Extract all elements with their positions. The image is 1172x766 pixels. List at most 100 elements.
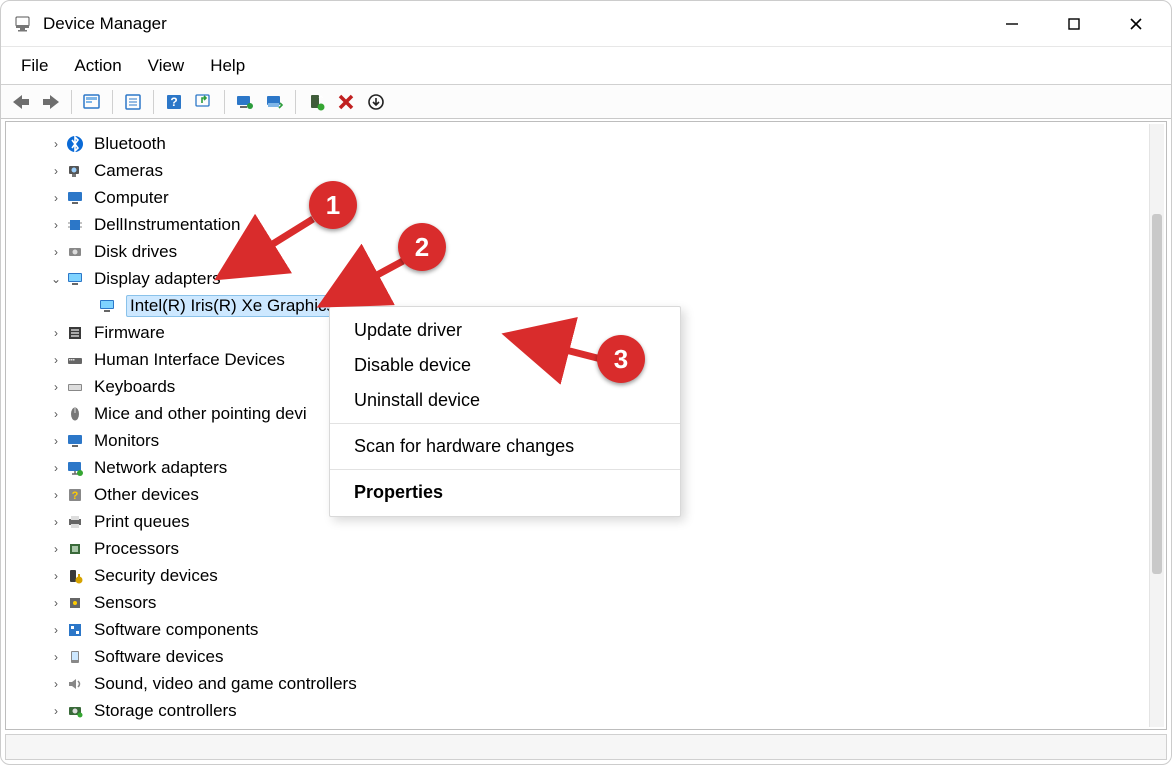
tree-item[interactable]: › Processors [8,535,1148,562]
tree-item-label: Software components [94,620,258,640]
sensor-icon [64,592,86,614]
cpu-icon [64,538,86,560]
chevron-right-icon[interactable]: › [50,677,62,691]
chevron-right-icon[interactable]: › [50,380,62,394]
tree-item[interactable]: › Security devices [8,562,1148,589]
bluetooth-icon [64,133,86,155]
context-menu-item[interactable]: Scan for hardware changes [330,429,680,464]
chevron-right-icon[interactable]: › [50,137,62,151]
enable-device-button[interactable] [302,88,330,116]
context-menu-item[interactable]: Properties [330,475,680,510]
help-button[interactable]: ? [160,88,188,116]
context-menu-item[interactable]: Uninstall device [330,383,680,418]
vertical-scrollbar[interactable] [1149,124,1164,727]
chevron-right-icon[interactable]: › [50,650,62,664]
chevron-right-icon[interactable]: › [50,191,62,205]
camera-icon [64,160,86,182]
tree-item[interactable]: ›Sensors [8,589,1148,616]
tree-item[interactable]: › Software devices [8,643,1148,670]
menu-action[interactable]: Action [64,52,131,80]
tree-item-label: Computer [94,188,169,208]
tree-item-label: Disk drives [94,242,177,262]
chevron-right-icon[interactable]: › [50,434,62,448]
hid-icon [64,349,86,371]
title-bar: Device Manager [1,1,1171,47]
context-menu-separator [330,469,680,470]
minimize-button[interactable] [981,1,1043,47]
context-menu: Update driverDisable deviceUninstall dev… [329,306,681,517]
tree-item-label: Firmware [94,323,165,343]
tree-item[interactable]: › Computer [8,184,1148,211]
svg-text:?: ? [170,95,177,109]
display-icon [64,268,86,290]
tree-item-label: Bluetooth [94,134,166,154]
menu-help[interactable]: Help [200,52,255,80]
show-hidden-devices-button[interactable] [78,88,106,116]
chevron-right-icon[interactable]: › [50,461,62,475]
uninstall-device-button[interactable] [362,88,390,116]
mouse-icon [64,403,86,425]
printer-icon [64,511,86,533]
chevron-right-icon[interactable]: › [50,704,62,718]
chevron-right-icon[interactable]: › [50,353,62,367]
chevron-right-icon[interactable]: › [50,488,62,502]
window-title: Device Manager [43,14,167,34]
tree-item-label: Security devices [94,566,218,586]
chevron-right-icon[interactable]: › [50,407,62,421]
tree-item-label: Display adapters [94,269,221,289]
chevron-right-icon[interactable]: › [50,218,62,232]
context-menu-separator [330,423,680,424]
tree-item[interactable]: › Sound, video and game controllers [8,670,1148,697]
close-button[interactable] [1105,1,1167,47]
add-driver-button[interactable] [261,88,289,116]
tree-item[interactable]: › DellInstrumentation [8,211,1148,238]
chevron-right-icon[interactable]: › [50,245,62,259]
chevron-right-icon[interactable]: › [50,596,62,610]
chevron-right-icon[interactable]: › [50,164,62,178]
tree-item[interactable]: › Storage controllers [8,697,1148,724]
tree-item-label: Storage controllers [94,701,237,721]
tree-item[interactable]: ›Cameras [8,157,1148,184]
chevron-right-icon[interactable]: › [50,515,62,529]
tree-item-label: DellInstrumentation [94,215,240,235]
scrollbar-thumb[interactable] [1152,214,1162,574]
remove-device-button[interactable] [332,88,360,116]
maximize-button[interactable] [1043,1,1105,47]
tree-item-label: Keyboards [94,377,175,397]
storage-icon [64,700,86,722]
chevron-right-icon[interactable]: › [50,569,62,583]
chip-icon [64,214,86,236]
keyboard-icon [64,376,86,398]
properties-button[interactable] [119,88,147,116]
firmware-icon [64,322,86,344]
disk-icon [64,241,86,263]
tree-item-label: Human Interface Devices [94,350,285,370]
tree-item-label: Processors [94,539,179,559]
tree-item-label: Sound, video and game controllers [94,674,357,694]
app-icon [13,14,33,34]
chevron-right-icon[interactable]: › [50,623,62,637]
chevron-right-icon[interactable]: › [50,326,62,340]
tree-item[interactable]: › Software components [8,616,1148,643]
tree-subitem-label: Intel(R) Iris(R) Xe Graphics [126,295,339,317]
tree-item[interactable]: › Disk drives [8,238,1148,265]
forward-button[interactable] [37,88,65,116]
chevron-down-icon[interactable]: ⌄ [50,272,62,286]
tree-item-label: Monitors [94,431,159,451]
scan-hardware-button[interactable] [231,88,259,116]
tree-item[interactable]: ⌄ Display adapters [8,265,1148,292]
tree-item[interactable]: › Bluetooth [8,130,1148,157]
context-menu-item[interactable]: Update driver [330,313,680,348]
back-button[interactable] [7,88,35,116]
toolbar: ? [1,85,1171,119]
menu-view[interactable]: View [138,52,195,80]
menu-file[interactable]: File [11,52,58,80]
computer-icon [64,187,86,209]
tree-item-label: Software devices [94,647,223,667]
chevron-right-icon[interactable]: › [50,542,62,556]
software-dev-icon [64,646,86,668]
context-menu-item[interactable]: Disable device [330,348,680,383]
update-driver-toolbar-button[interactable] [190,88,218,116]
display-icon [96,295,118,317]
tree-item-label: Print queues [94,512,189,532]
